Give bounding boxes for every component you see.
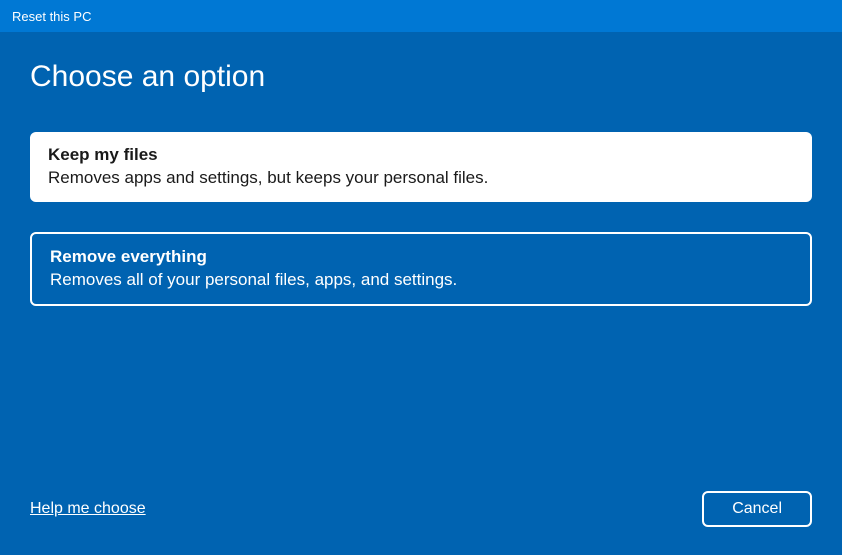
option-title: Keep my files <box>48 144 794 166</box>
page-heading: Choose an option <box>30 60 812 94</box>
option-description: Removes all of your personal files, apps… <box>50 268 792 292</box>
option-description: Removes apps and settings, but keeps you… <box>48 166 794 190</box>
option-keep-my-files[interactable]: Keep my files Removes apps and settings,… <box>30 132 812 202</box>
footer: Help me choose Cancel <box>30 491 812 527</box>
help-me-choose-link[interactable]: Help me choose <box>30 500 146 518</box>
window-title: Reset this PC <box>12 9 91 24</box>
option-remove-everything[interactable]: Remove everything Removes all of your pe… <box>30 232 812 306</box>
content-area: Choose an option Keep my files Removes a… <box>0 32 842 306</box>
title-bar: Reset this PC <box>0 0 842 32</box>
option-title: Remove everything <box>50 246 792 268</box>
cancel-button[interactable]: Cancel <box>702 491 812 527</box>
